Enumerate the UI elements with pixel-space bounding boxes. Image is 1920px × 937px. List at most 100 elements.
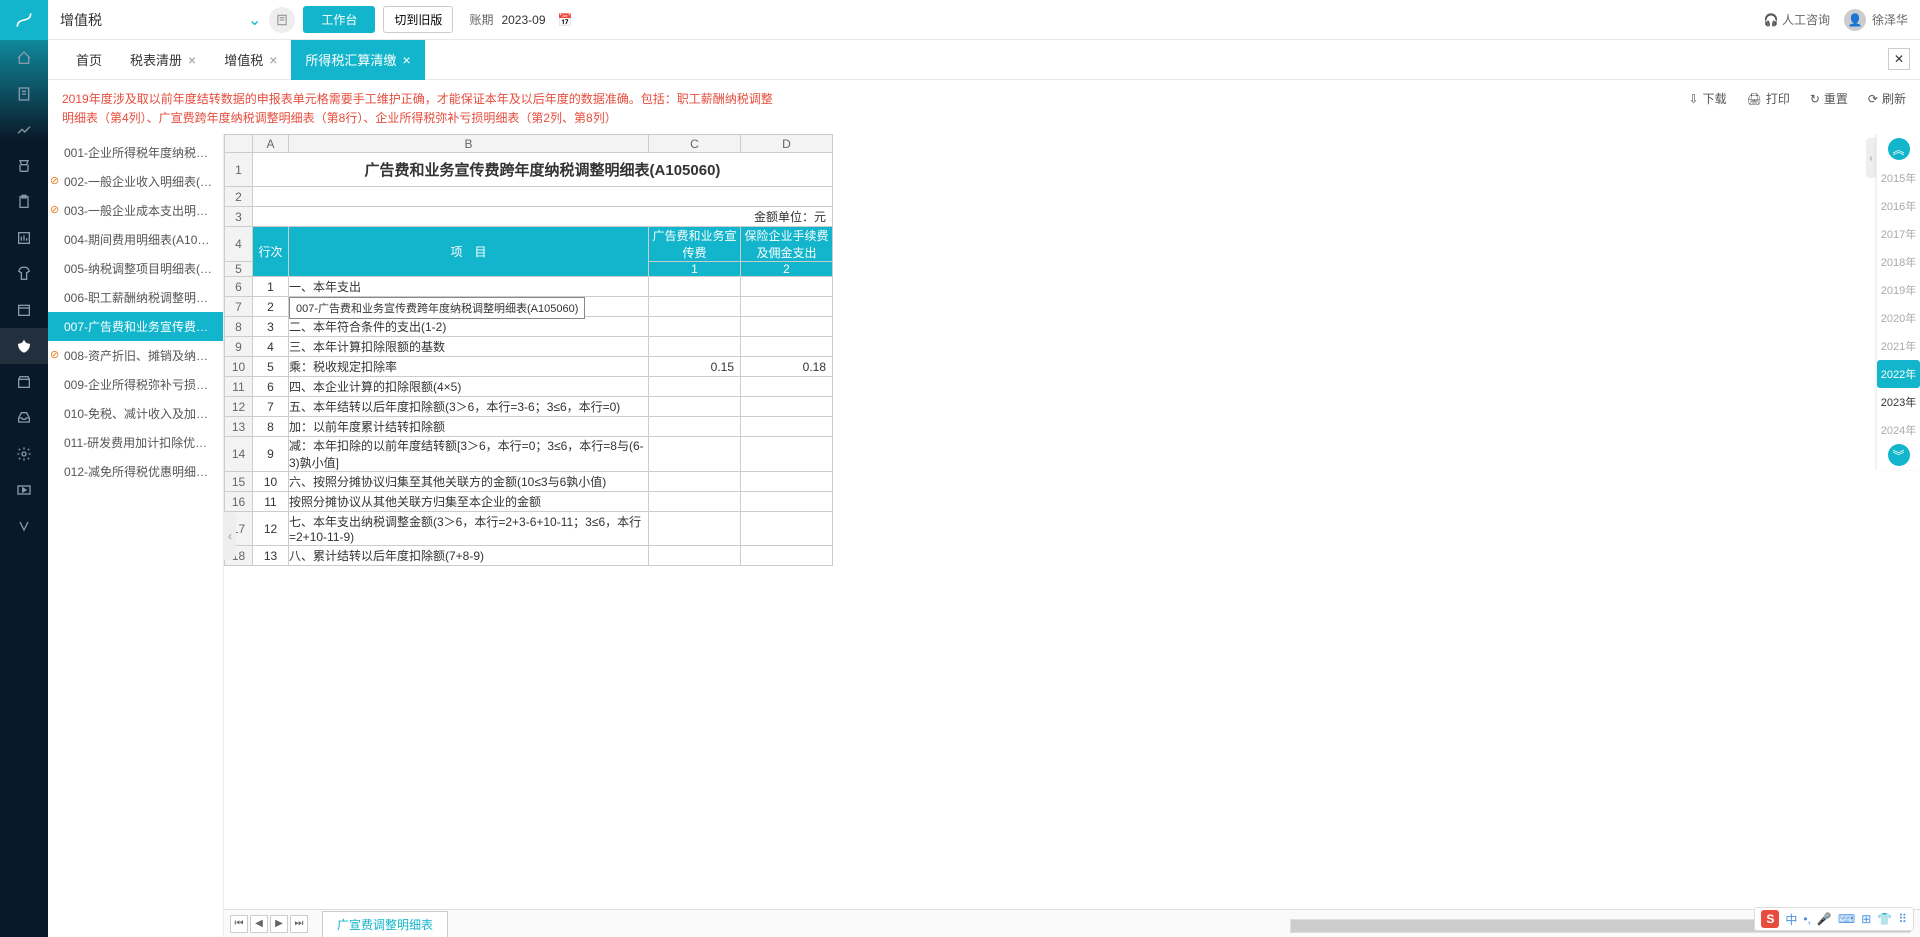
nav-gear-icon[interactable]	[0, 436, 48, 472]
ime-mic-icon[interactable]: 🎤	[1817, 912, 1832, 926]
year-2024年[interactable]: 2024年	[1877, 416, 1920, 444]
tab-0[interactable]: 首页	[62, 40, 116, 80]
download-button[interactable]: ⇩ 下载	[1689, 90, 1727, 107]
col-head-A[interactable]: A	[253, 135, 289, 153]
expand-year-handle[interactable]: ‹	[1866, 138, 1876, 178]
ime-settings-icon[interactable]: ⠿	[1898, 912, 1907, 926]
report-item-5[interactable]: 006-职工薪酬纳税调整明细...	[48, 283, 223, 312]
nav-v-icon[interactable]	[0, 508, 48, 544]
report-item-1[interactable]: ⊘002-一般企业收入明细表(A...	[48, 167, 223, 196]
sheet-tab[interactable]: 广宣费调整明细表	[322, 911, 448, 937]
item-cell[interactable]: 加：以前年度累计结转扣除额	[289, 417, 649, 437]
close-icon[interactable]: ×	[188, 52, 196, 68]
report-item-10[interactable]: 011-研发费用加计扣除优惠...	[48, 428, 223, 457]
workspace-button[interactable]: 工作台	[303, 6, 375, 33]
year-2017年[interactable]: 2017年	[1877, 220, 1920, 248]
close-icon[interactable]: ×	[402, 52, 410, 68]
head-item[interactable]: 项 目	[289, 227, 649, 277]
period-value[interactable]: 2023-09	[501, 13, 545, 27]
ime-lang[interactable]: 中	[1785, 911, 1797, 928]
reset-button[interactable]: ↻ 重置	[1810, 90, 1848, 107]
item-cell[interactable]: 八、累计结转以后年度扣除额(7+8-9)	[289, 546, 649, 566]
nav-video-icon[interactable]	[0, 472, 48, 508]
ime-punct-icon[interactable]: •,	[1803, 912, 1811, 926]
sheet-nav-prev[interactable]: ◀	[250, 915, 268, 933]
year-2019年[interactable]: 2019年	[1877, 276, 1920, 304]
report-item-0[interactable]: 001-企业所得税年度纳税申...	[48, 138, 223, 167]
report-item-9[interactable]: 010-免税、减计收入及加计...	[48, 399, 223, 428]
nav-tax-icon[interactable]	[0, 328, 48, 364]
consult-link[interactable]: 🎧 人工咨询	[1764, 11, 1830, 28]
year-2020年[interactable]: 2020年	[1877, 304, 1920, 332]
nav-chart-icon[interactable]	[0, 112, 48, 148]
round-menu-icon[interactable]	[269, 7, 295, 33]
item-cell[interactable]: 007-广告费和业务宣传费跨年度纳税调整明细表(A105060)	[289, 297, 649, 317]
nav-archive-icon[interactable]	[0, 364, 48, 400]
nav-clipboard-icon[interactable]	[0, 184, 48, 220]
item-cell[interactable]: 乘：税收规定扣除率	[289, 357, 649, 377]
report-item-4[interactable]: 005-纳税调整项目明细表(A1...	[48, 254, 223, 283]
year-2022年[interactable]: 2022年	[1877, 360, 1920, 388]
head-col-d[interactable]: 保险企业手续费及佣金支出	[741, 227, 833, 262]
item-cell[interactable]: 减：本年扣除的以前年度结转额[3＞6，本行=0；3≤6，本行=8与(6-3)孰小…	[289, 437, 649, 472]
col-head-C[interactable]: C	[649, 135, 741, 153]
nav-report-icon[interactable]	[0, 220, 48, 256]
unit-label[interactable]: 金额单位：元	[253, 207, 833, 227]
nav-inbox-icon[interactable]	[0, 400, 48, 436]
report-label: 009-企业所得税弥补亏损明...	[64, 378, 218, 392]
item-cell[interactable]: 四、本企业计算的扣除限额(4×5)	[289, 377, 649, 397]
head-col-c[interactable]: 广告费和业务宣传费	[649, 227, 741, 262]
print-button[interactable]: 🖨 打印	[1747, 90, 1790, 107]
nav-shirt-icon[interactable]	[0, 256, 48, 292]
report-item-7[interactable]: ⊘008-资产折旧、摊销及纳税...	[48, 341, 223, 370]
year-2016年[interactable]: 2016年	[1877, 192, 1920, 220]
tab-3[interactable]: 所得税汇算清缴×	[291, 40, 424, 80]
switch-old-button[interactable]: 切到旧版	[383, 6, 453, 33]
report-item-8[interactable]: 009-企业所得税弥补亏损明...	[48, 370, 223, 399]
refresh-button[interactable]: ⟳ 刷新	[1868, 90, 1906, 107]
sheet-nav-last[interactable]: ⏭	[290, 915, 308, 933]
item-cell[interactable]: 六、按照分摊协议归集至其他关联方的金额(10≤3与6孰小值)	[289, 472, 649, 492]
tab-2[interactable]: 增值税×	[210, 40, 291, 80]
nav-money-icon[interactable]	[0, 148, 48, 184]
sheet-nav-next[interactable]: ▶	[270, 915, 288, 933]
head-seq[interactable]: 行次	[253, 227, 289, 277]
ime-add-icon[interactable]: ⊞	[1861, 912, 1871, 926]
year-down-icon[interactable]: ︾	[1888, 444, 1910, 466]
col-head-B[interactable]: B	[289, 135, 649, 153]
year-2023年[interactable]: 2023年	[1877, 388, 1920, 416]
year-2015年[interactable]: 2015年	[1877, 164, 1920, 192]
close-all-tabs-button[interactable]: ✕	[1888, 48, 1910, 70]
chevron-down-icon[interactable]: ⌄	[248, 10, 261, 30]
close-icon[interactable]: ×	[269, 52, 277, 68]
sheet-title[interactable]: 广告费和业务宣传费跨年度纳税调整明细表(A105060)	[253, 153, 833, 187]
sheet-nav-first[interactable]: ⏮	[230, 915, 248, 933]
year-2021年[interactable]: 2021年	[1877, 332, 1920, 360]
report-item-2[interactable]: ⊘003-一般企业成本支出明细...	[48, 196, 223, 225]
item-cell[interactable]: 一、本年支出	[289, 277, 649, 297]
year-up-icon[interactable]: ︽	[1888, 138, 1910, 160]
spreadsheet[interactable]: ABCD1广告费和业务宣传费跨年度纳税调整明细表(A105060)23金额单位：…	[224, 134, 1920, 909]
tab-1[interactable]: 税表清册×	[116, 40, 210, 80]
item-cell[interactable]: 七、本年支出纳税调整金额(3＞6，本行=2+3-6+10-11；3≤6，本行=2…	[289, 512, 649, 546]
col-head-D[interactable]: D	[741, 135, 833, 153]
item-cell[interactable]: 三、本年计算扣除限额的基数	[289, 337, 649, 357]
report-item-3[interactable]: 004-期间费用明细表(A1040...	[48, 225, 223, 254]
nav-doc-icon[interactable]	[0, 76, 48, 112]
report-item-6[interactable]: 007-广告费和业务宣传费跨...	[48, 312, 223, 341]
calendar-icon[interactable]: 📅	[558, 13, 573, 27]
nav-home-icon[interactable]	[0, 40, 48, 76]
report-label: 003-一般企业成本支出明细...	[64, 204, 218, 218]
item-cell[interactable]: 按照分摊协议从其他关联方归集至本企业的金额	[289, 492, 649, 512]
item-cell[interactable]: 二、本年符合条件的支出(1-2)	[289, 317, 649, 337]
year-2018年[interactable]: 2018年	[1877, 248, 1920, 276]
ime-toolbar[interactable]: S 中 •, 🎤 ⌨ ⊞ 👕 ⠿	[1754, 907, 1914, 931]
collapse-handle[interactable]: ‹	[224, 512, 236, 560]
app-logo[interactable]	[0, 0, 48, 40]
user-menu[interactable]: 👤 徐泽华	[1844, 9, 1908, 31]
ime-skin-icon[interactable]: 👕	[1877, 912, 1892, 926]
nav-calendar-icon[interactable]	[0, 292, 48, 328]
ime-keyboard-icon[interactable]: ⌨	[1838, 912, 1855, 926]
item-cell[interactable]: 五、本年结转以后年度扣除额(3＞6，本行=3-6；3≤6，本行=0)	[289, 397, 649, 417]
report-item-11[interactable]: 012-减免所得税优惠明细表(...	[48, 457, 223, 486]
